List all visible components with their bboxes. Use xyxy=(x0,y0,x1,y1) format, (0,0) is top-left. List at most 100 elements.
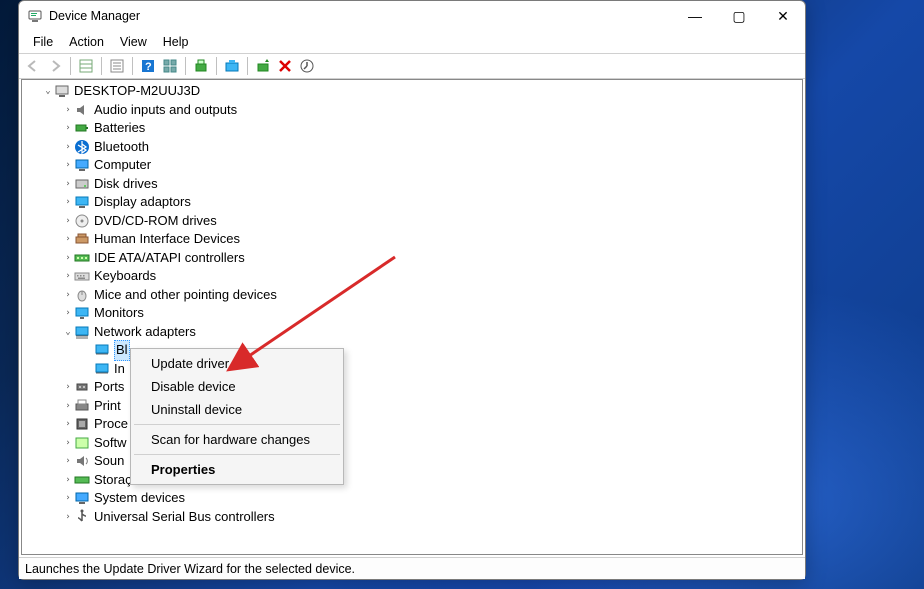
scan-hw-icon[interactable] xyxy=(191,56,211,76)
tree-root[interactable]: ⌄ DESKTOP-M2UUJ3D xyxy=(22,82,802,101)
cd-icon xyxy=(74,213,90,229)
tree-node-usb[interactable]: › Universal Serial Bus controllers xyxy=(22,508,802,527)
audio-icon xyxy=(74,102,90,118)
tree-node-audio[interactable]: › Audio inputs and outputs xyxy=(22,101,802,120)
grid-icon[interactable] xyxy=(160,56,180,76)
node-label: Network adapters xyxy=(94,323,196,342)
back-icon[interactable] xyxy=(23,56,43,76)
node-label: Print xyxy=(94,397,121,416)
toolbar-divider xyxy=(101,57,102,75)
options-icon[interactable] xyxy=(297,56,317,76)
tree-node-bluetooth[interactable]: › Bluetooth xyxy=(22,138,802,157)
cm-scan-hardware[interactable]: Scan for hardware changes xyxy=(133,428,341,451)
node-label: Audio inputs and outputs xyxy=(94,101,237,120)
expander-icon[interactable]: ⌄ xyxy=(42,82,54,101)
tree-node-system[interactable]: ›System devices xyxy=(22,489,802,508)
network-adapter-icon xyxy=(94,342,110,358)
status-bar: Launches the Update Driver Wizard for th… xyxy=(19,557,805,579)
expander-icon[interactable]: › xyxy=(62,452,74,471)
menu-help[interactable]: Help xyxy=(155,33,197,51)
menu-view[interactable]: View xyxy=(112,33,155,51)
maximize-button[interactable]: ▢ xyxy=(717,1,761,31)
cm-disable-device[interactable]: Disable device xyxy=(133,375,341,398)
toolbar-divider xyxy=(185,57,186,75)
tree-node-monitors[interactable]: ›Monitors xyxy=(22,304,802,323)
uninstall-icon[interactable] xyxy=(253,56,273,76)
close-button[interactable]: ✕ xyxy=(761,1,805,31)
tree-node-network[interactable]: ⌄ Network adapters xyxy=(22,323,802,342)
node-label: DESKTOP-M2UUJ3D xyxy=(74,82,200,101)
cm-update-driver[interactable]: Update driver xyxy=(133,352,341,375)
tree-node-hid[interactable]: › Human Interface Devices xyxy=(22,230,802,249)
expander-icon[interactable]: › xyxy=(62,378,74,397)
expander-icon[interactable]: ⌄ xyxy=(62,323,74,342)
tree-node-keyboards[interactable]: ›Keyboards xyxy=(22,267,802,286)
expander-icon[interactable]: › xyxy=(62,230,74,249)
battery-icon xyxy=(74,120,90,136)
expander-icon[interactable]: › xyxy=(62,101,74,120)
expander-icon[interactable]: › xyxy=(62,397,74,416)
usb-icon xyxy=(74,509,90,525)
expander-icon[interactable]: › xyxy=(62,286,74,305)
context-menu[interactable]: Update driver Disable device Uninstall d… xyxy=(130,348,344,485)
ide-icon xyxy=(74,250,90,266)
tree-node-computer[interactable]: › Computer xyxy=(22,156,802,175)
node-label: Human Interface Devices xyxy=(94,230,240,249)
toolbar-divider xyxy=(216,57,217,75)
expander-icon[interactable]: › xyxy=(62,175,74,194)
menu-action[interactable]: Action xyxy=(61,33,112,51)
remove-icon[interactable] xyxy=(275,56,295,76)
svg-text:?: ? xyxy=(145,61,152,73)
sheet-icon[interactable] xyxy=(107,56,127,76)
expander-icon[interactable]: › xyxy=(62,415,74,434)
bluetooth-icon xyxy=(74,139,90,155)
node-label: Universal Serial Bus controllers xyxy=(94,508,275,527)
expander-icon[interactable]: › xyxy=(62,434,74,453)
tree-node-display[interactable]: › Display adaptors xyxy=(22,193,802,212)
expander-icon[interactable]: › xyxy=(62,489,74,508)
tree-node-ide[interactable]: › IDE ATA/ATAPI controllers xyxy=(22,249,802,268)
tree-node-batteries[interactable]: › Batteries xyxy=(22,119,802,138)
expander-icon[interactable]: › xyxy=(62,193,74,212)
cm-properties[interactable]: Properties xyxy=(133,458,341,481)
expander-icon[interactable]: › xyxy=(62,304,74,323)
forward-icon[interactable] xyxy=(45,56,65,76)
device-manager-window[interactable]: Device Manager — ▢ ✕ File Action View He… xyxy=(18,0,806,580)
printer-icon xyxy=(74,398,90,414)
node-label: Storaç xyxy=(94,471,132,490)
node-label: Proce xyxy=(94,415,128,434)
node-label: Soun xyxy=(94,452,124,471)
cpu-icon xyxy=(74,416,90,432)
expander-icon[interactable]: › xyxy=(62,508,74,527)
node-label: IDE ATA/ATAPI controllers xyxy=(94,249,245,268)
port-icon xyxy=(74,379,90,395)
cm-uninstall-device[interactable]: Uninstall device xyxy=(133,398,341,421)
expander-icon[interactable]: › xyxy=(62,267,74,286)
help-icon[interactable]: ? xyxy=(138,56,158,76)
tree-node-dvd[interactable]: ›DVD/CD-ROM drives xyxy=(22,212,802,231)
toolbar[interactable]: ? xyxy=(19,53,805,79)
status-text: Launches the Update Driver Wizard for th… xyxy=(25,562,355,576)
expander-icon[interactable]: › xyxy=(62,249,74,268)
properties-icon[interactable] xyxy=(76,56,96,76)
node-label: Computer xyxy=(94,156,151,175)
node-label: Batteries xyxy=(94,119,145,138)
node-label: Bluetooth xyxy=(94,138,149,157)
menu-file[interactable]: File xyxy=(25,33,61,51)
computer-icon xyxy=(54,83,70,99)
node-label: Ports xyxy=(94,378,124,397)
node-label: Display adaptors xyxy=(94,193,191,212)
node-label: Softw xyxy=(94,434,127,453)
titlebar[interactable]: Device Manager — ▢ ✕ xyxy=(19,1,805,31)
expander-icon[interactable]: › xyxy=(62,471,74,490)
update-driver-icon[interactable] xyxy=(222,56,242,76)
expander-icon[interactable]: › xyxy=(62,212,74,231)
menu-bar[interactable]: File Action View Help xyxy=(19,31,805,53)
expander-icon[interactable]: › xyxy=(62,156,74,175)
minimize-button[interactable]: — xyxy=(673,1,717,31)
tree-node-disk[interactable]: ›Disk drives xyxy=(22,175,802,194)
expander-icon[interactable]: › xyxy=(62,119,74,138)
expander-icon[interactable]: › xyxy=(62,138,74,157)
tree-node-mice[interactable]: ›Mice and other pointing devices xyxy=(22,286,802,305)
system-icon xyxy=(74,490,90,506)
